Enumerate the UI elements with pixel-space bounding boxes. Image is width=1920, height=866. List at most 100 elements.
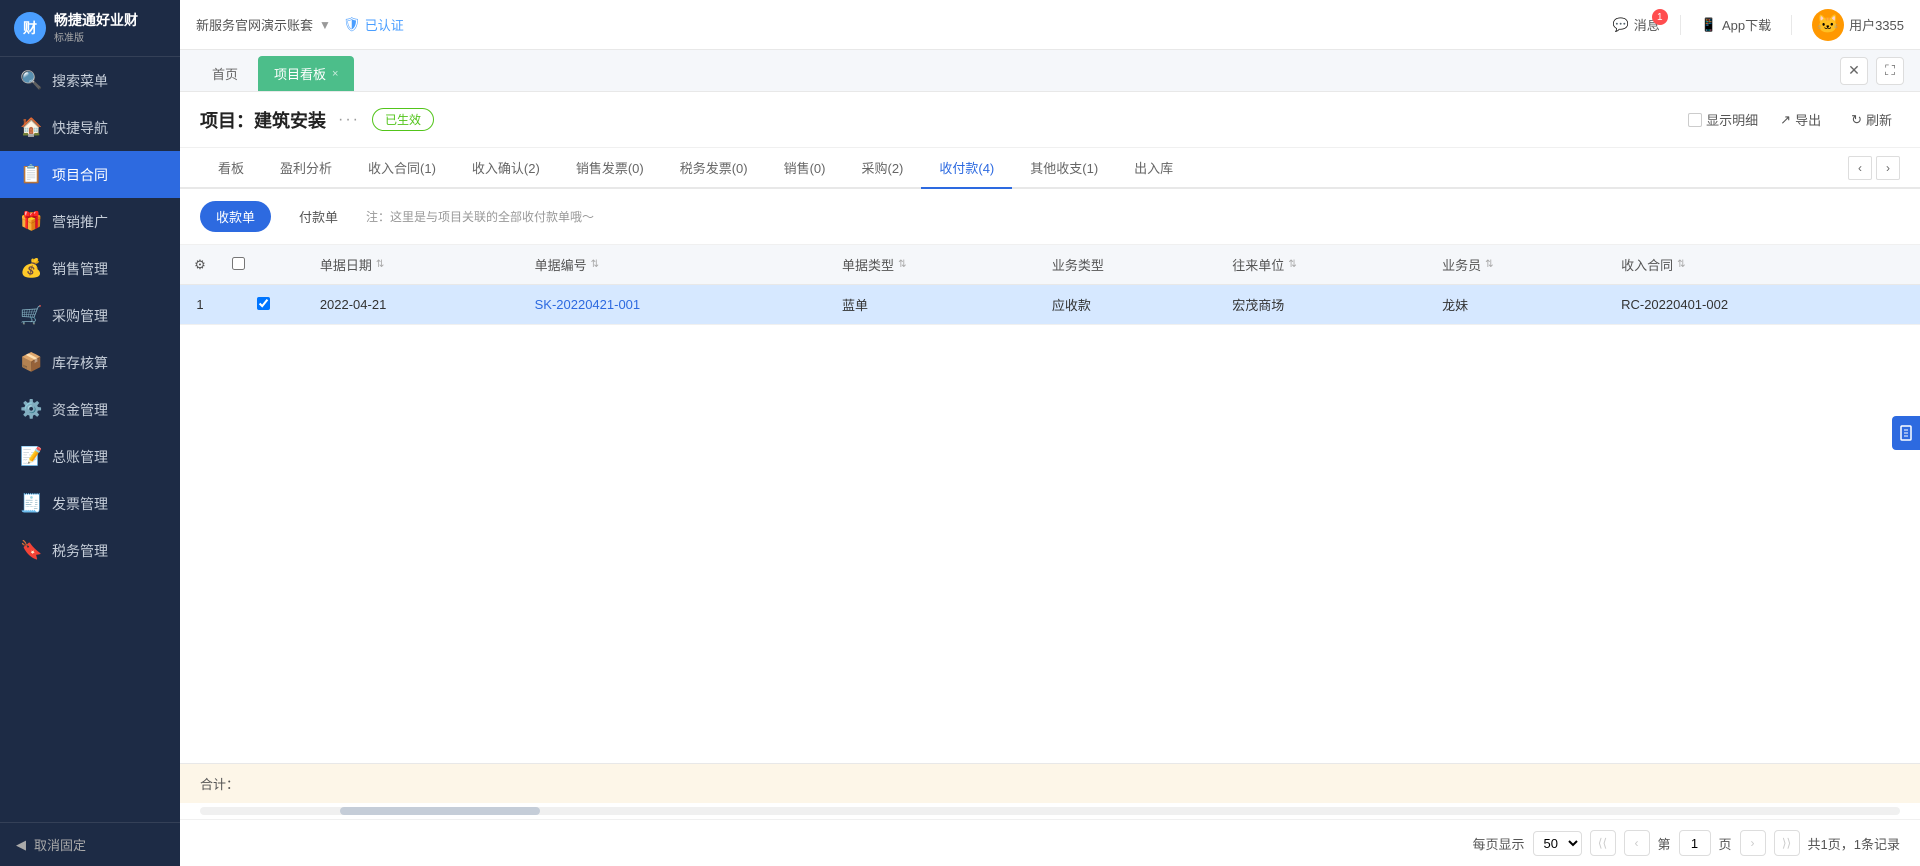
sub-tab-kanban[interactable]: 看板 [200, 148, 262, 189]
sub-tab-next[interactable]: › [1876, 156, 1900, 180]
refresh-btn[interactable]: ↻ 刷新 [1843, 106, 1900, 133]
page-last-btn[interactable]: ⟩⟩ [1774, 830, 1800, 856]
page-prev-btn[interactable]: ‹ [1624, 830, 1650, 856]
sub-tabs: 看板 盈利分析 收入合同(1) 收入确认(2) 销售发票(0) 税务发票(0) … [180, 148, 1920, 189]
col-biz-type: 业务类型 [1040, 245, 1220, 285]
sub-tab-sales-invoice[interactable]: 销售发票(0) [558, 148, 662, 189]
col-partner[interactable]: 往来单位 ⇅ [1220, 245, 1430, 285]
payment-btn[interactable]: 付款单 [283, 201, 354, 232]
message-btn[interactable]: 💬 消息 1 [1613, 15, 1660, 34]
sidebar-item-capital[interactable]: ⚙️ 资金管理 [0, 386, 180, 433]
sidebar: 财 畅捷通好业财 标准版 🔍 搜索菜单 🏠 快捷导航 📋 项目合同 🎁 营销推广… [0, 0, 180, 866]
show-detail-text: 显示明细 [1706, 110, 1758, 129]
col-doc-date[interactable]: 单据日期 ⇅ [308, 245, 523, 285]
sub-tab-profit[interactable]: 盈利分析 [262, 148, 350, 189]
scrollbar-track[interactable] [200, 807, 1900, 815]
cancel-fixed-btn[interactable]: ◀ 取消固定 [0, 822, 180, 866]
row-doc-no[interactable]: SK-20220421-001 [523, 285, 830, 325]
cancel-fixed-label: 取消固定 [34, 835, 86, 854]
sub-tab-other-income[interactable]: 其他收支(1) [1012, 148, 1116, 189]
tab-expand-btn[interactable]: ⛶ [1876, 57, 1904, 85]
purchase-icon: 🛒 [20, 305, 42, 326]
show-detail-label[interactable]: 显示明细 [1688, 110, 1758, 129]
sidebar-item-invoice[interactable]: 🧾 发票管理 [0, 480, 180, 527]
page-next-btn[interactable]: › [1740, 830, 1766, 856]
sidebar-item-marketing[interactable]: 🎁 营销推广 [0, 198, 180, 245]
row-income-contract: RC-20220401-002 [1609, 285, 1920, 325]
row-checkbox[interactable] [257, 297, 270, 310]
col-income-contract[interactable]: 收入合同 ⇅ [1609, 245, 1920, 285]
sort-icon-contract: ⇅ [1677, 259, 1685, 270]
sidebar-item-quick-nav[interactable]: 🏠 快捷导航 [0, 104, 180, 151]
sub-tab-collection[interactable]: 收付款(4) [921, 148, 1012, 189]
footer-total: 合计： [180, 763, 1920, 803]
sidebar-label-search: 搜索菜单 [52, 71, 108, 91]
sub-tab-tax-invoice[interactable]: 税务发票(0) [662, 148, 766, 189]
sidebar-label-project-contract: 项目合同 [52, 165, 108, 185]
sub-tab-income-contract[interactable]: 收入合同(1) [350, 148, 454, 189]
app-download-btn[interactable]: 📱 App下载 [1701, 15, 1771, 34]
sidebar-label-quick-nav: 快捷导航 [52, 118, 108, 138]
certified-badge: 🛡 已认证 [343, 15, 404, 34]
logo-icon: 财 [14, 12, 46, 44]
show-detail-checkbox[interactable] [1688, 113, 1702, 127]
select-all-checkbox[interactable] [232, 257, 245, 270]
home-icon: 🏠 [20, 117, 42, 138]
sidebar-label-marketing: 营销推广 [52, 212, 108, 232]
tab-home[interactable]: 首页 [196, 56, 254, 91]
account-selector[interactable]: 新服务官网演示账套 ▼ [196, 15, 331, 34]
pagination: 每页显示 50 ⟨⟨ ‹ 第 页 › ⟩⟩ 共1页，1条记录 [180, 819, 1920, 866]
sort-icon-type: ⇅ [898, 259, 906, 270]
col-doc-no[interactable]: 单据编号 ⇅ [523, 245, 830, 285]
tab-close-icon[interactable]: × [332, 68, 338, 80]
user-btn[interactable]: 🐱 用户3355 [1812, 9, 1904, 41]
project-more-btn[interactable]: ··· [338, 111, 360, 129]
sub-tab-purchase[interactable]: 采购(2) [843, 148, 921, 189]
sidebar-label-tax: 税务管理 [52, 541, 108, 561]
collection-btn[interactable]: 收款单 [200, 201, 271, 232]
sidebar-item-tax[interactable]: 🔖 税务管理 [0, 527, 180, 574]
tab-close-btn[interactable]: ✕ [1840, 57, 1868, 85]
sub-tab-prev[interactable]: ‹ [1848, 156, 1872, 180]
sidebar-label-ledger: 总账管理 [52, 447, 108, 467]
mobile-icon: 📱 [1701, 17, 1717, 33]
project-name: 建筑安装 [254, 111, 326, 131]
row-check[interactable] [220, 285, 308, 325]
row-doc-type: 蓝单 [830, 285, 1040, 325]
sidebar-item-sales[interactable]: 💰 销售管理 [0, 245, 180, 292]
sidebar-item-search[interactable]: 🔍 搜索菜单 [0, 57, 180, 104]
sub-tab-sales[interactable]: 销售(0) [766, 148, 844, 189]
shield-icon: 🛡 [343, 16, 361, 33]
tab-project-kanban[interactable]: 项目看板 × [258, 56, 354, 91]
pin-icon: ◀ [16, 837, 26, 853]
sidebar-item-ledger[interactable]: 📝 总账管理 [0, 433, 180, 480]
col-salesperson[interactable]: 业务员 ⇅ [1430, 245, 1609, 285]
page-first-btn[interactable]: ⟨⟨ [1590, 830, 1616, 856]
doc-no-link[interactable]: SK-20220421-001 [535, 297, 641, 312]
col-doc-type-label: 单据类型 [842, 255, 894, 274]
col-check[interactable] [220, 245, 308, 285]
sidebar-item-inventory[interactable]: 📦 库存核算 [0, 339, 180, 386]
right-panel-btn[interactable] [1892, 416, 1920, 450]
col-doc-type[interactable]: 单据类型 ⇅ [830, 245, 1040, 285]
page-input[interactable] [1679, 830, 1711, 856]
topbar: 新服务官网演示账套 ▼ 🛡 已认证 💬 消息 1 📱 App下载 🐱 用户335… [180, 0, 1920, 50]
sub-tab-income-confirm[interactable]: 收入确认(2) [454, 148, 558, 189]
user-avatar: 🐱 [1812, 9, 1844, 41]
sidebar-label-sales: 销售管理 [52, 259, 108, 279]
scrollbar-row [180, 803, 1920, 819]
account-name: 新服务官网演示账套 [196, 15, 313, 34]
sidebar-item-purchase[interactable]: 🛒 采购管理 [0, 292, 180, 339]
per-page-select[interactable]: 50 [1533, 831, 1582, 856]
col-biz-type-label: 业务类型 [1052, 258, 1104, 273]
sub-tab-in-out[interactable]: 出入库 [1116, 148, 1191, 189]
col-gear[interactable]: ⚙ [180, 245, 220, 285]
toggle-note: 注：这里是与项目关联的全部收付款单哦～ [366, 208, 594, 225]
export-btn[interactable]: ↗ 导出 [1772, 106, 1829, 133]
tab-actions: ✕ ⛶ [1840, 57, 1904, 85]
table-row[interactable]: 1 2022-04-21 SK-20220421-001 蓝单 应收款 宏茂商场… [180, 285, 1920, 325]
sidebar-item-project-contract[interactable]: 📋 项目合同 [0, 151, 180, 198]
scrollbar-thumb[interactable] [340, 807, 540, 815]
project-label-prefix: 项目： [200, 111, 254, 131]
project-header: 项目：建筑安装 ··· 已生效 显示明细 ↗ 导出 ↻ 刷新 [180, 92, 1920, 148]
